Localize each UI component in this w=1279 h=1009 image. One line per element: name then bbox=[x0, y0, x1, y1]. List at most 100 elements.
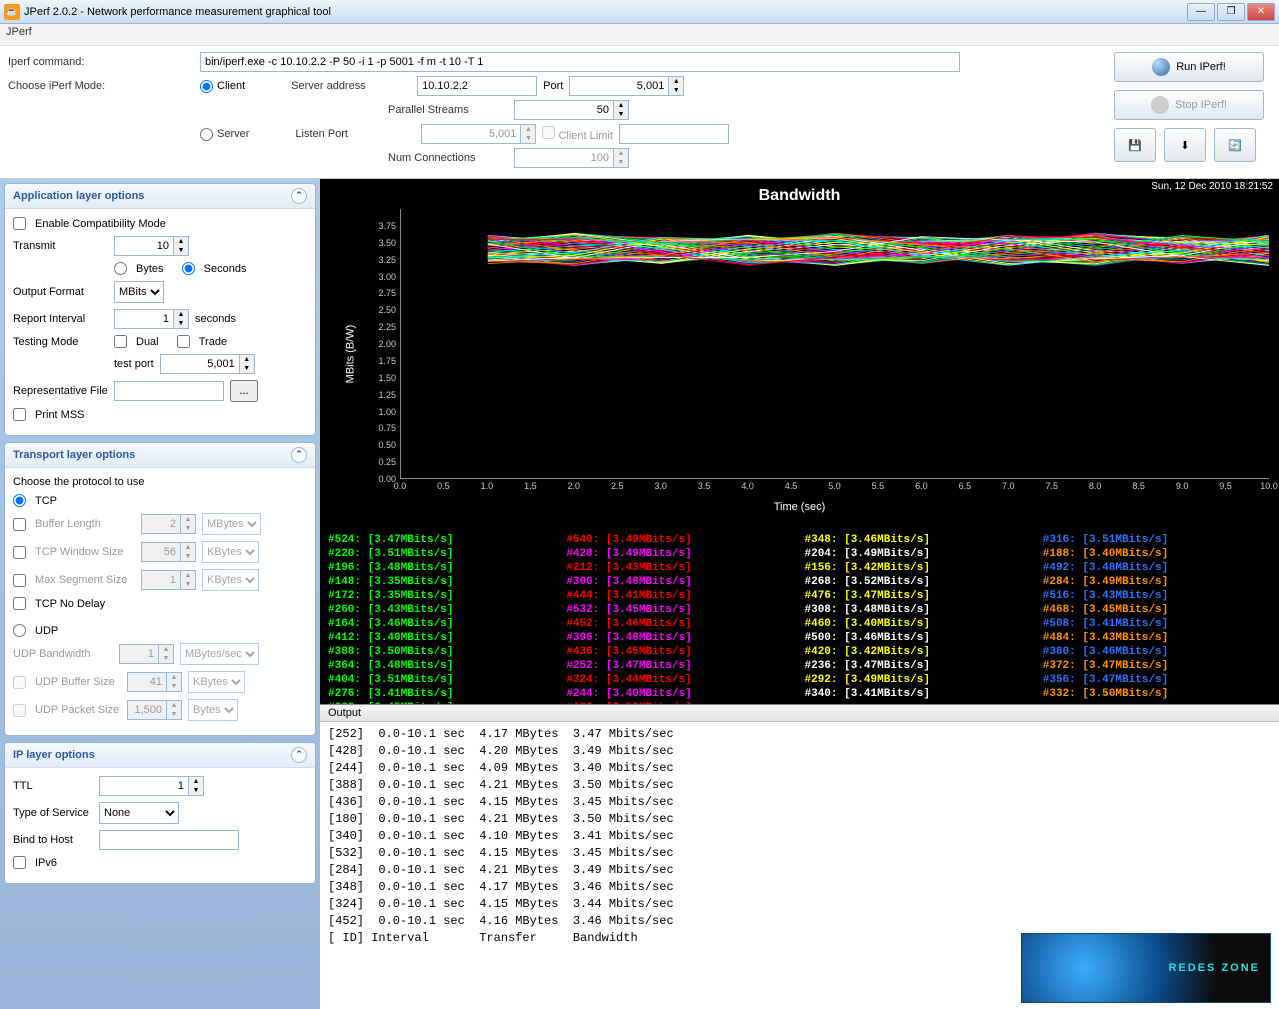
dual-check[interactable] bbox=[114, 335, 127, 348]
repfile-field[interactable] bbox=[114, 381, 224, 401]
udppkt-label: UDP Packet Size bbox=[35, 704, 121, 716]
server-addr-label: Server address bbox=[291, 80, 411, 92]
winsize-field bbox=[141, 542, 181, 562]
stop-icon bbox=[1151, 96, 1169, 114]
dual-label: Dual bbox=[136, 336, 159, 348]
transport-panel: Transport layer options⌃ Choose the prot… bbox=[4, 442, 316, 736]
bind-field[interactable] bbox=[99, 830, 239, 850]
legend-item: #540: [3.49MBits/s] bbox=[566, 533, 794, 547]
watermark-text: REDES ZONE bbox=[1168, 962, 1260, 974]
tcp-radio[interactable] bbox=[13, 494, 26, 507]
reportint-field[interactable] bbox=[114, 309, 174, 329]
mode-label: Choose iPerf Mode: bbox=[8, 80, 194, 92]
transmit-label: Transmit bbox=[13, 240, 108, 252]
legend-item: #276: [3.41MBits/s] bbox=[328, 687, 556, 701]
config-panel: Iperf command: Choose iPerf Mode: Client… bbox=[0, 46, 1279, 179]
server-label: Server bbox=[217, 128, 249, 140]
save-button[interactable]: 💾 bbox=[1114, 128, 1156, 162]
ipv6-check[interactable] bbox=[13, 856, 26, 869]
trans-title: Transport layer options bbox=[13, 449, 135, 461]
ttl-spinner[interactable]: ▲▼ bbox=[189, 776, 204, 796]
legend-item: #372: [3.47MBits/s] bbox=[1043, 659, 1271, 673]
buflen-check[interactable] bbox=[13, 518, 26, 531]
udpbw-spinner: ▲▼ bbox=[159, 644, 174, 664]
nodelay-check[interactable] bbox=[13, 597, 26, 610]
run-button[interactable]: Run IPerf! bbox=[1114, 52, 1264, 82]
close-button[interactable]: ✕ bbox=[1247, 3, 1275, 21]
iperf-cmd-field[interactable] bbox=[200, 52, 960, 72]
server-radio[interactable] bbox=[200, 128, 213, 141]
app-panel-title: Application layer options bbox=[13, 190, 144, 202]
maximize-button[interactable]: ❐ bbox=[1217, 3, 1245, 21]
legend-item: #484: [3.43MBits/s] bbox=[1043, 631, 1271, 645]
legend-item: #204: [3.49MBits/s] bbox=[805, 547, 1033, 561]
legend-item: #284: [3.49MBits/s] bbox=[1043, 575, 1271, 589]
bytes-radio[interactable] bbox=[114, 262, 127, 275]
winsize-label: TCP Window Size bbox=[35, 546, 135, 558]
buflen-spinner: ▲▼ bbox=[181, 514, 196, 534]
udpbuf-spinner: ▲▼ bbox=[167, 672, 182, 692]
legend-item: #476: [3.47MBits/s] bbox=[805, 589, 1033, 603]
java-icon: ☕ bbox=[4, 4, 20, 20]
port-field[interactable] bbox=[569, 76, 669, 96]
compat-check[interactable] bbox=[13, 217, 26, 230]
udp-label: UDP bbox=[35, 625, 58, 637]
y-axis-label: MBits (B/W) bbox=[344, 325, 356, 384]
udp-radio[interactable] bbox=[13, 624, 26, 637]
testport-spinner[interactable]: ▲▼ bbox=[240, 354, 255, 374]
udppkt-field bbox=[127, 700, 167, 720]
numconn-field bbox=[514, 148, 614, 168]
chart-title: Bandwidth bbox=[330, 187, 1269, 205]
collapse-icon[interactable]: ⌃ bbox=[291, 447, 307, 463]
run-icon bbox=[1152, 58, 1170, 76]
watermark-logo: REDES ZONE bbox=[1021, 933, 1271, 1003]
trade-label: Trade bbox=[199, 336, 227, 348]
legend-item: #300: [3.48MBits/s] bbox=[566, 575, 794, 589]
legend-item: #460: [3.40MBits/s] bbox=[805, 617, 1033, 631]
parallel-field[interactable] bbox=[514, 100, 614, 120]
tos-select[interactable]: None bbox=[99, 802, 179, 824]
winsize-check[interactable] bbox=[13, 546, 26, 559]
seconds-label: Seconds bbox=[204, 263, 247, 275]
reportint-label: Report Interval bbox=[13, 313, 108, 325]
legend-item: #492: [3.48MBits/s] bbox=[1043, 561, 1271, 575]
outfmt-select[interactable]: MBits bbox=[114, 281, 164, 303]
transmit-field[interactable] bbox=[114, 236, 174, 256]
export-button[interactable]: ⬇ bbox=[1164, 128, 1206, 162]
browse-button[interactable]: ... bbox=[230, 380, 258, 402]
legend-item: #436: [3.45MBits/s] bbox=[566, 645, 794, 659]
legend-item: #196: [3.48MBits/s] bbox=[328, 561, 556, 575]
collapse-icon[interactable]: ⌃ bbox=[291, 747, 307, 763]
testport-label: test port bbox=[114, 358, 154, 370]
legend-item: #348: [3.46MBits/s] bbox=[805, 533, 1033, 547]
parallel-spinner[interactable]: ▲▼ bbox=[614, 100, 629, 120]
menu-bar[interactable]: JPerf bbox=[0, 24, 1279, 46]
ttl-field[interactable] bbox=[99, 776, 189, 796]
udpbuf-unit: KBytes bbox=[188, 671, 245, 693]
client-radio[interactable] bbox=[200, 80, 213, 93]
refresh-button[interactable]: 🔄 bbox=[1214, 128, 1256, 162]
output-tab[interactable]: Output bbox=[320, 705, 1279, 722]
x-ticks: 0.00.51.01.52.02.53.03.54.04.55.05.56.06… bbox=[400, 481, 1269, 499]
printmss-check[interactable] bbox=[13, 408, 26, 421]
port-spinner[interactable]: ▲▼ bbox=[669, 76, 684, 96]
udpbuf-check bbox=[13, 676, 26, 689]
parallel-label: Parallel Streams bbox=[388, 104, 508, 116]
seconds-radio[interactable] bbox=[182, 262, 195, 275]
legend-item: #420: [3.42MBits/s] bbox=[805, 645, 1033, 659]
collapse-icon[interactable]: ⌃ bbox=[291, 188, 307, 204]
compat-label: Enable Compatibility Mode bbox=[35, 218, 166, 230]
minimize-button[interactable]: — bbox=[1187, 3, 1215, 21]
transmit-spinner[interactable]: ▲▼ bbox=[174, 236, 189, 256]
buflen-unit: MBytes bbox=[202, 513, 261, 535]
maxseg-check[interactable] bbox=[13, 574, 26, 587]
testport-field[interactable] bbox=[160, 354, 240, 374]
legend-item: #388: [3.50MBits/s] bbox=[328, 645, 556, 659]
trade-check[interactable] bbox=[177, 335, 190, 348]
winsize-unit: KBytes bbox=[202, 541, 259, 563]
ttl-label: TTL bbox=[13, 780, 93, 792]
reportint-spinner[interactable]: ▲▼ bbox=[174, 309, 189, 329]
server-addr-field[interactable] bbox=[417, 76, 537, 96]
legend-item: #332: [3.50MBits/s] bbox=[1043, 687, 1271, 701]
maxseg-unit: KBytes bbox=[202, 569, 259, 591]
